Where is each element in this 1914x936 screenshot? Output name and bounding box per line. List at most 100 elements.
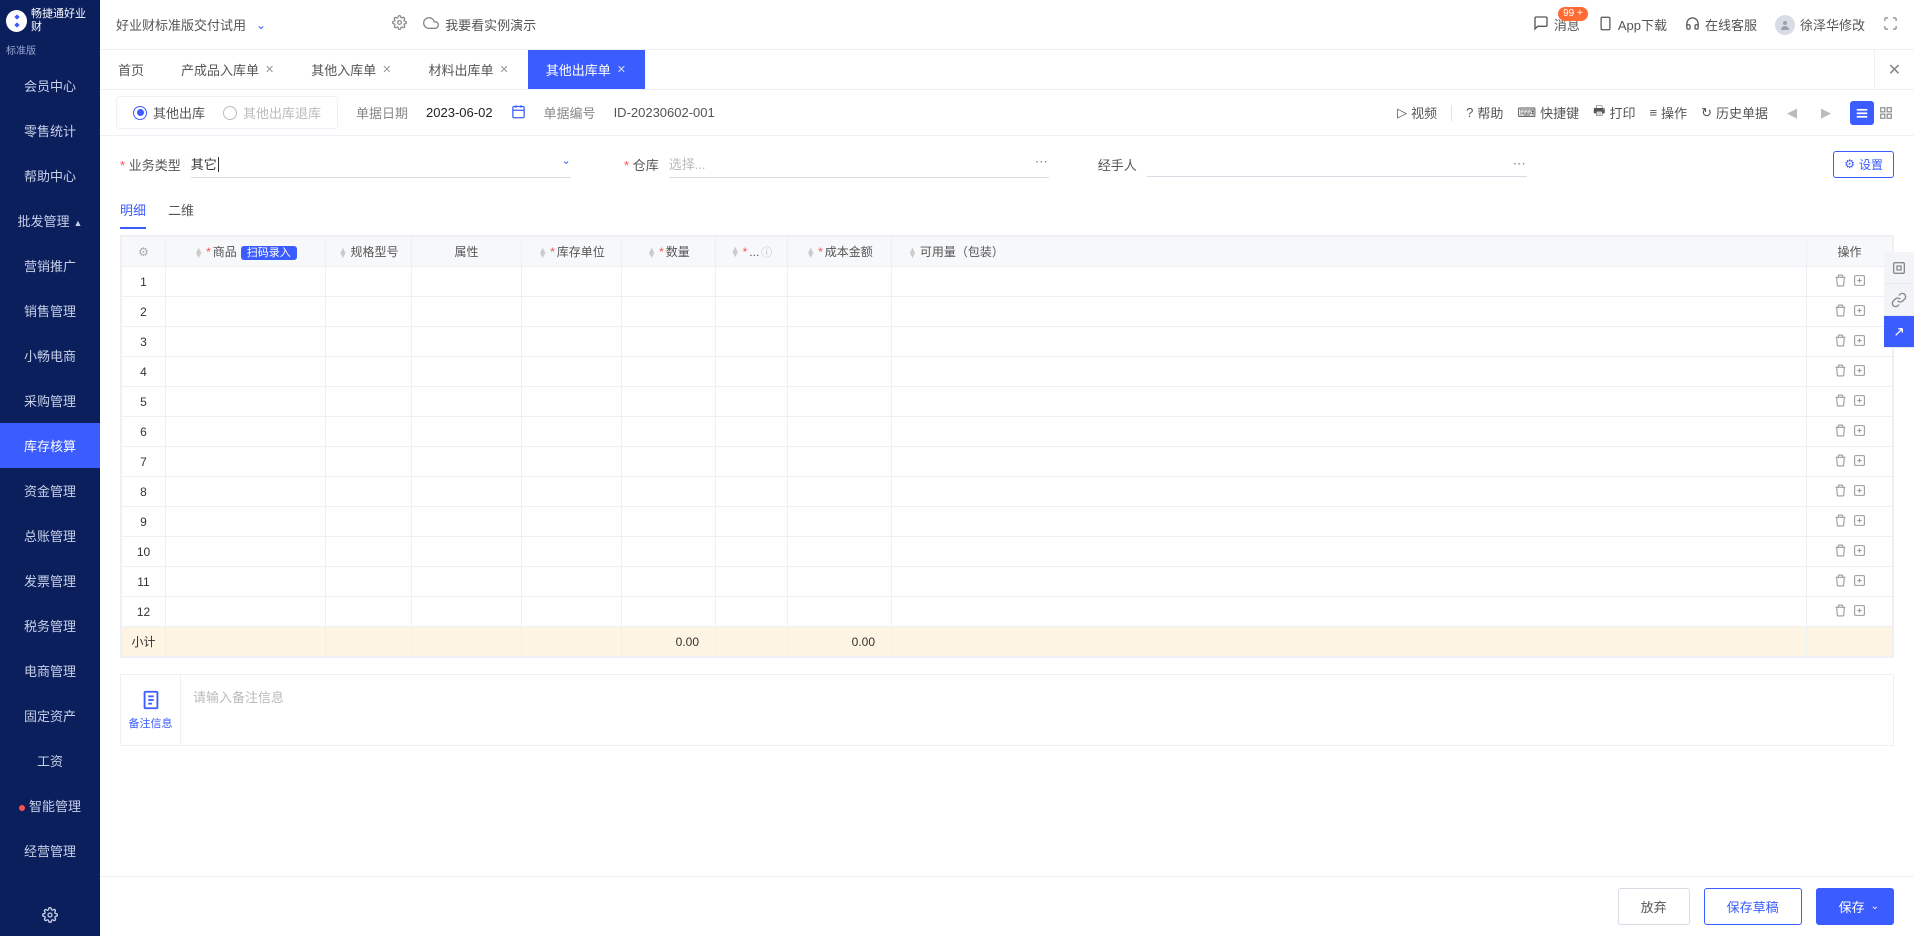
delete-row-icon[interactable] <box>1834 306 1847 320</box>
close-icon[interactable]: ✕ <box>265 63 274 76</box>
float-tool-2[interactable] <box>1884 284 1914 316</box>
warehouse-select[interactable]: 选择... ⋯ <box>669 150 1049 178</box>
document-tab[interactable]: 其他出库单✕ <box>528 50 645 89</box>
sidebar-item[interactable]: 税务管理 <box>0 603 100 648</box>
delete-row-icon[interactable] <box>1834 456 1847 470</box>
sidebar-item[interactable]: 会员中心 <box>0 63 100 108</box>
sidebar-item[interactable]: 采购管理 <box>0 378 100 423</box>
delete-row-icon[interactable] <box>1834 276 1847 290</box>
fullscreen-icon[interactable] <box>1883 16 1898 34</box>
doc-type-return[interactable]: 其他出库退库 <box>223 103 321 122</box>
sidebar-settings-icon[interactable] <box>0 897 100 936</box>
delete-row-icon[interactable] <box>1834 606 1847 620</box>
col-cost[interactable]: ▲▼*成本金额 <box>788 237 892 267</box>
customer-service-button[interactable]: 在线客服 <box>1685 15 1757 34</box>
add-row-icon[interactable] <box>1853 426 1866 440</box>
sidebar-item[interactable]: 发票管理 <box>0 558 100 603</box>
table-row[interactable]: 9 <box>122 507 1893 537</box>
add-row-icon[interactable] <box>1853 516 1866 530</box>
sidebar-item[interactable]: 总账管理 <box>0 513 100 558</box>
col-unit[interactable]: ▲▼*库存单位 <box>522 237 622 267</box>
tab-detail[interactable]: 明细 <box>120 192 146 229</box>
next-doc-button[interactable]: ▶ <box>1816 103 1836 123</box>
table-row[interactable]: 5 <box>122 387 1893 417</box>
history-button[interactable]: ↻历史单据 <box>1701 103 1768 122</box>
col-price[interactable]: ▲▼*...ⓘ <box>716 237 788 267</box>
table-row[interactable]: 11 <box>122 567 1893 597</box>
delete-row-icon[interactable] <box>1834 546 1847 560</box>
sidebar-item[interactable]: 工资 <box>0 738 100 783</box>
col-avail[interactable]: ▲▼可用量（包装） <box>892 237 1807 267</box>
table-row[interactable]: 3 <box>122 327 1893 357</box>
video-button[interactable]: ▷视频 <box>1397 103 1437 122</box>
calendar-icon[interactable] <box>511 104 526 122</box>
float-tool-3[interactable] <box>1884 316 1914 348</box>
table-row[interactable]: 12 <box>122 597 1893 627</box>
ops-button[interactable]: ≡操作 <box>1649 103 1687 122</box>
shortcut-button[interactable]: ⌨快捷键 <box>1517 103 1579 122</box>
table-row[interactable]: 4 <box>122 357 1893 387</box>
document-tab[interactable]: 产成品入库单✕ <box>163 50 293 89</box>
delete-row-icon[interactable] <box>1834 516 1847 530</box>
tab-2d[interactable]: 二维 <box>168 192 194 229</box>
add-row-icon[interactable] <box>1853 576 1866 590</box>
document-tab[interactable]: 其他入库单✕ <box>293 50 410 89</box>
sidebar-item[interactable]: 固定资产 <box>0 693 100 738</box>
sidebar-item[interactable]: 小畅电商 <box>0 333 100 378</box>
help-button[interactable]: ?帮助 <box>1466 103 1503 122</box>
doc-type-outbound[interactable]: 其他出库 <box>133 103 205 122</box>
save-draft-button[interactable]: 保存草稿 <box>1704 888 1802 925</box>
float-tool-1[interactable] <box>1884 252 1914 284</box>
add-row-icon[interactable] <box>1853 306 1866 320</box>
add-row-icon[interactable] <box>1853 366 1866 380</box>
close-icon[interactable]: ✕ <box>382 63 391 76</box>
discard-button[interactable]: 放弃 <box>1618 888 1690 925</box>
view-grid-button[interactable] <box>1874 101 1898 125</box>
delete-row-icon[interactable] <box>1834 336 1847 350</box>
add-row-icon[interactable] <box>1853 276 1866 290</box>
prev-doc-button[interactable]: ◀ <box>1782 103 1802 123</box>
table-row[interactable]: 10 <box>122 537 1893 567</box>
col-product[interactable]: ▲▼*商品扫码录入 <box>166 237 326 267</box>
close-all-tabs-button[interactable]: ✕ <box>1874 50 1914 89</box>
document-tab[interactable]: 首页 <box>100 50 163 89</box>
delete-row-icon[interactable] <box>1834 426 1847 440</box>
table-row[interactable]: 1 <box>122 267 1893 297</box>
print-button[interactable]: 🖶打印 <box>1593 102 1635 124</box>
sidebar-item[interactable]: 帮助中心 <box>0 153 100 198</box>
table-row[interactable]: 7 <box>122 447 1893 477</box>
sidebar-item[interactable]: 资金管理 <box>0 468 100 513</box>
sidebar-item[interactable]: 库存核算 <box>0 423 100 468</box>
table-row[interactable]: 8 <box>122 477 1893 507</box>
project-settings-icon[interactable] <box>392 15 407 34</box>
remark-input[interactable]: 请输入备注信息 <box>181 675 1893 745</box>
table-row[interactable]: 6 <box>122 417 1893 447</box>
user-menu[interactable]: 徐泽华修改 <box>1775 15 1865 35</box>
col-settings[interactable]: ⚙ <box>122 237 166 267</box>
biz-type-select[interactable]: 其它 ⌄ <box>191 150 571 178</box>
sidebar-item[interactable]: 经营管理 <box>0 828 100 873</box>
close-icon[interactable]: ✕ <box>500 63 509 76</box>
project-select[interactable]: 好业财标准版交付试用 ⌄ <box>116 15 376 34</box>
table-row[interactable]: 2 <box>122 297 1893 327</box>
handler-select[interactable]: ⋯ <box>1147 152 1527 177</box>
document-tab[interactable]: 材料出库单✕ <box>410 50 527 89</box>
delete-row-icon[interactable] <box>1834 486 1847 500</box>
sidebar-item[interactable]: 电商管理 <box>0 648 100 693</box>
sidebar-item[interactable]: 智能管理 <box>0 783 100 828</box>
add-row-icon[interactable] <box>1853 486 1866 500</box>
sidebar-item[interactable]: 销售管理 <box>0 288 100 333</box>
col-attr[interactable]: 属性 <box>412 237 522 267</box>
close-icon[interactable]: ✕ <box>617 63 626 76</box>
add-row-icon[interactable] <box>1853 456 1866 470</box>
col-qty[interactable]: ▲▼*数量 <box>622 237 716 267</box>
add-row-icon[interactable] <box>1853 546 1866 560</box>
add-row-icon[interactable] <box>1853 396 1866 410</box>
sidebar-item[interactable]: 零售统计 <box>0 108 100 153</box>
messages-button[interactable]: 消息 99 + <box>1533 15 1580 34</box>
delete-row-icon[interactable] <box>1834 366 1847 380</box>
sidebar-item[interactable]: 营销推广 <box>0 243 100 288</box>
col-spec[interactable]: ▲▼规格型号 <box>326 237 412 267</box>
delete-row-icon[interactable] <box>1834 576 1847 590</box>
demo-link[interactable]: 我要看实例演示 <box>423 15 536 34</box>
